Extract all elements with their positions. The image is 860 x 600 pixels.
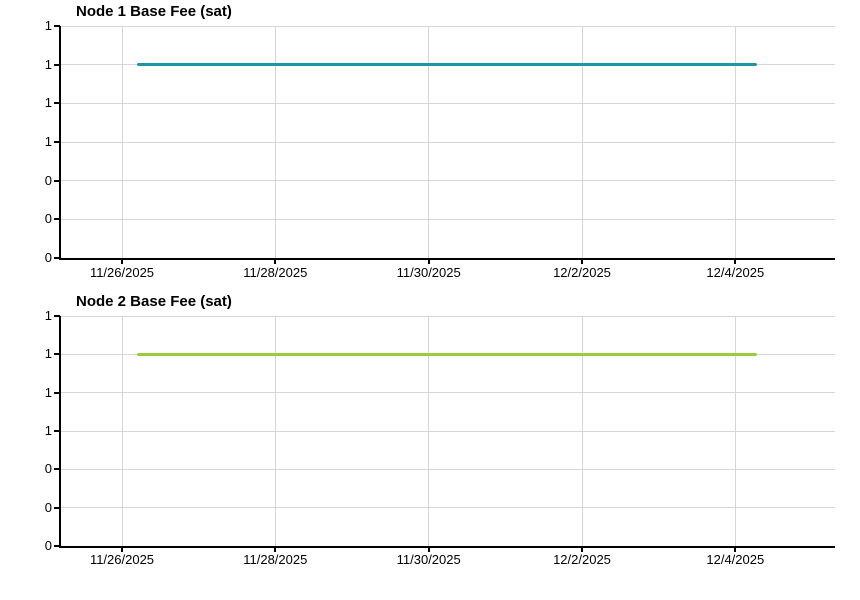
y-tick-label: 1 [20,95,52,111]
x-tick-label: 12/4/2025 [690,265,780,280]
x-axis [59,546,835,548]
x-tick-label: 11/28/2025 [230,552,320,567]
h-gridline [60,316,835,317]
series-line-node1 [137,63,757,66]
h-gridline [60,392,835,393]
y-tick-label: 0 [20,500,52,516]
v-gridline [122,26,123,258]
h-gridline [60,26,835,27]
y-tick-label: 1 [20,423,52,439]
x-tick-label: 12/4/2025 [690,552,780,567]
y-tick-label: 1 [20,57,52,73]
chart-title-node1: Node 1 Base Fee (sat) [76,3,232,20]
y-tick-label: 1 [20,346,52,362]
v-gridline [582,316,583,546]
v-gridline [275,26,276,258]
v-gridline [582,26,583,258]
y-tick-label: 1 [20,134,52,150]
v-gridline [275,316,276,546]
x-tick-label: 11/26/2025 [77,265,167,280]
y-tick-label: 0 [20,250,52,266]
h-gridline [60,103,835,104]
h-gridline [60,219,835,220]
y-tick-label: 0 [20,538,52,554]
charts-canvas: Node 1 Base Fee (sat) 1 1 1 1 0 0 0 11/26/2025 1… [0,0,860,600]
y-tick-label: 0 [20,173,52,189]
y-tick-label: 1 [20,385,52,401]
v-gridline [428,26,429,258]
h-gridline [60,142,835,143]
y-tick-label: 0 [20,461,52,477]
v-gridline [122,316,123,546]
v-gridline [428,316,429,546]
v-gridline [735,26,736,258]
y-tick-label: 1 [20,308,52,324]
x-tick-label: 11/30/2025 [384,265,474,280]
series-line-node2 [137,353,757,356]
y-axis [59,316,61,548]
y-tick-label: 0 [20,211,52,227]
chart-title-node2: Node 2 Base Fee (sat) [76,293,232,310]
h-gridline [60,507,835,508]
y-tick-label: 1 [20,18,52,34]
x-axis [59,258,835,260]
v-gridline [735,316,736,546]
x-tick-label: 11/28/2025 [230,265,320,280]
y-axis [59,26,61,260]
h-gridline [60,431,835,432]
x-tick-label: 12/2/2025 [537,265,627,280]
h-gridline [60,469,835,470]
x-tick-label: 11/26/2025 [77,552,167,567]
x-tick-label: 12/2/2025 [537,552,627,567]
h-gridline [60,180,835,181]
x-tick-label: 11/30/2025 [384,552,474,567]
